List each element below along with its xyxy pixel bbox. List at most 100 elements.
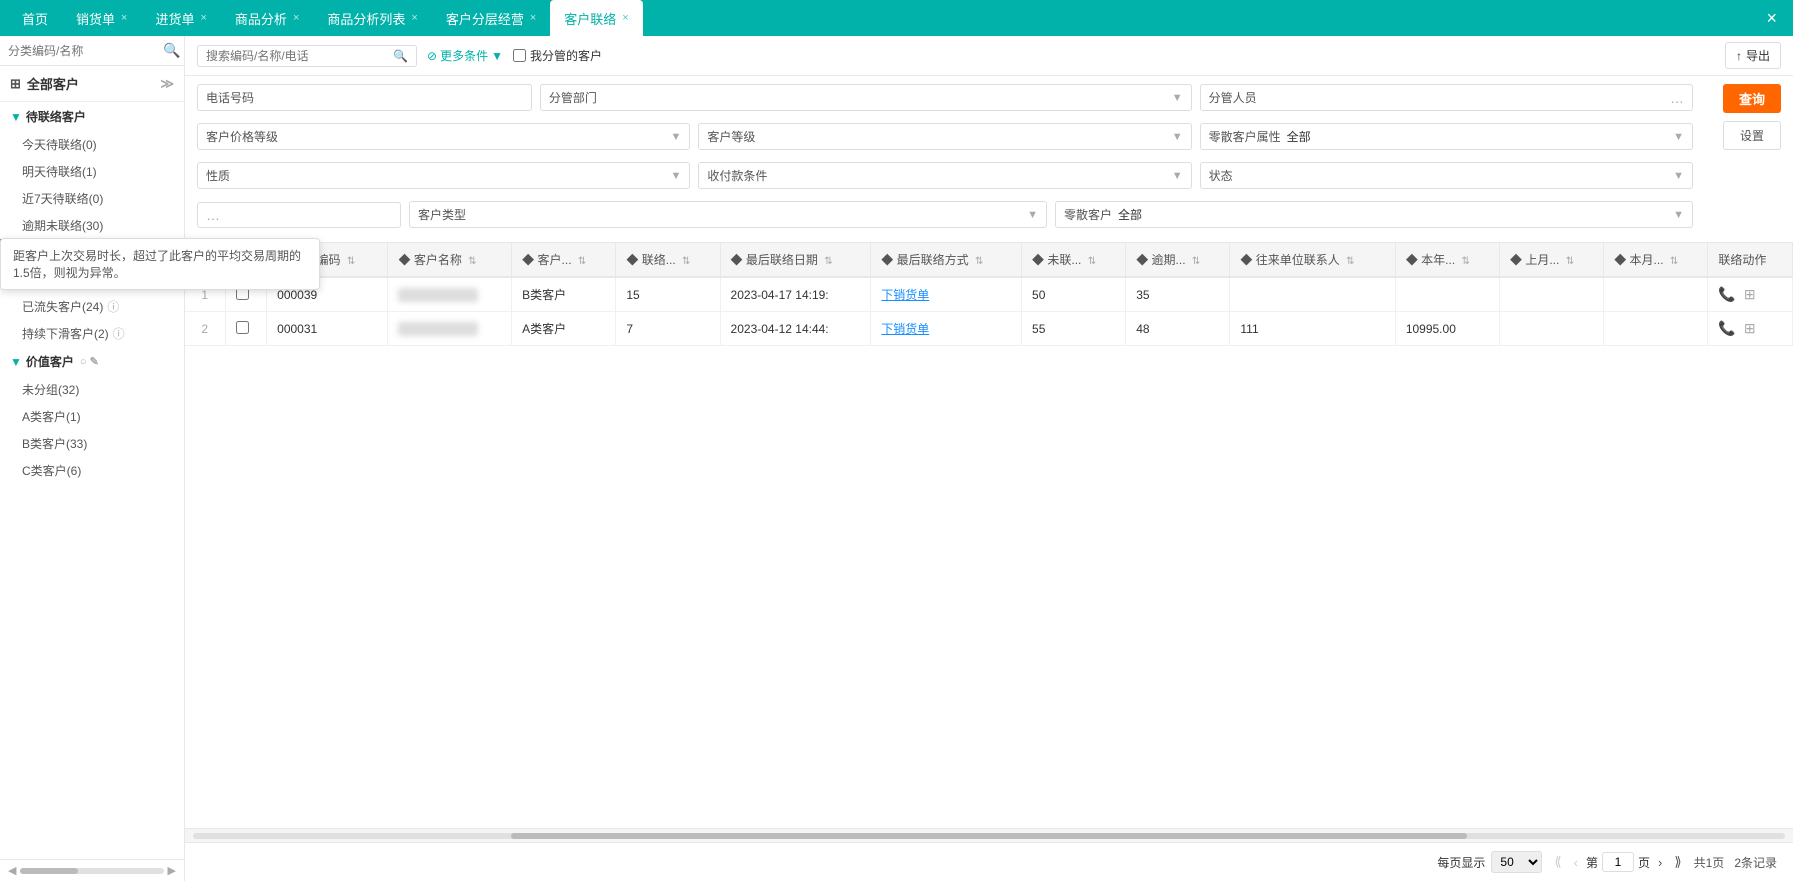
prev-page-button[interactable]: ‹ [1570, 853, 1582, 872]
row-contact-person-2: 111 [1230, 312, 1395, 346]
export-button[interactable]: ↑ 导出 [1725, 42, 1781, 69]
page-prefix-label: 第 [1586, 854, 1598, 871]
department-field[interactable]: 分管部门 ▼ [540, 84, 1192, 111]
customer-table: ⚙ ◆ 客户编码 ⇅ ◆ 客户名称 ⇅ ◆ 客户... ⇅ [185, 243, 1793, 346]
sidebar-collapse-icon[interactable]: ≫ [160, 76, 174, 92]
status-label: 状态 [1209, 167, 1233, 184]
nav-product-analysis-list[interactable]: 商品分析列表 × [313, 0, 431, 36]
phone-input[interactable] [260, 91, 523, 105]
sidebar-item-b-class[interactable]: B类客户(33) [0, 430, 184, 457]
name-sort-icon: ⇅ [468, 256, 476, 267]
lost-customers-info-icon: ⓘ [107, 298, 119, 315]
page-nav-area: ⟪ ‹ 第 页 › ⟫ [1550, 852, 1685, 872]
close-purchase-order-icon[interactable]: × [200, 12, 206, 24]
chevron-down-icon: ▼ [491, 49, 503, 63]
close-stratification-icon[interactable]: × [530, 12, 536, 24]
retail-customer-field[interactable]: 零散客户 全部 ▼ [1055, 201, 1693, 228]
this-month-sort-icon: ⇅ [1670, 256, 1678, 267]
nav-sales-order[interactable]: 销货单 × [62, 0, 141, 36]
sidebar-scroll-right[interactable]: ▶ [168, 864, 176, 877]
last-contact-method-column-header[interactable]: ◆ 最后联络方式 ⇅ [871, 243, 1022, 277]
close-product-analysis-icon[interactable]: × [293, 12, 299, 24]
name-column-header[interactable]: ◆ 客户名称 ⇅ [388, 243, 512, 277]
next-page-button[interactable]: › [1654, 853, 1666, 872]
value-group-edit-icon[interactable]: ○ ✎ [80, 355, 99, 368]
row-contact-count-2: 7 [616, 312, 720, 346]
phone-action-icon-2[interactable]: 📞 [1718, 320, 1735, 337]
this-month-column-header[interactable]: ◆ 本月... ⇅ [1604, 243, 1708, 277]
row-last-method-2[interactable]: 下销货单 [871, 312, 1022, 346]
sidebar-item-7days[interactable]: 近7天待联络(0) [0, 185, 184, 212]
contact-person-column-header[interactable]: ◆ 往来单位联系人 ⇅ [1230, 243, 1395, 277]
last-month-column-header[interactable]: ◆ 上月... ⇅ [1500, 243, 1604, 277]
manager-field[interactable]: 分管人员 … [1200, 84, 1693, 111]
price-level-field[interactable]: 客户价格等级 ▼ [197, 123, 690, 150]
sidebar-item-ungrouped[interactable]: 未分组(32) [0, 376, 184, 403]
last-month-sort-icon: ⇅ [1566, 256, 1574, 267]
search-input[interactable] [206, 49, 389, 63]
nav-home[interactable]: 首页 [8, 0, 62, 36]
type-column-header[interactable]: ◆ 客户... ⇅ [512, 243, 616, 277]
close-product-list-icon[interactable]: × [411, 12, 417, 24]
phone-label: 电话号码 [206, 89, 254, 106]
customer-level-label: 客户等级 [707, 128, 755, 145]
search-box: 🔍 [197, 45, 417, 67]
row-last-method-1[interactable]: 下销货单 [871, 277, 1022, 312]
more-conditions-button[interactable]: ⊘ 更多条件 ▼ [427, 47, 503, 64]
first-page-button[interactable]: ⟪ [1550, 852, 1565, 872]
sidebar-item-c-class[interactable]: C类客户(6) [0, 457, 184, 484]
sidebar-scroll-left[interactable]: ◀ [8, 864, 16, 877]
more-action-icon-2[interactable]: ⊞ [1744, 320, 1756, 337]
nav-customer-contact[interactable]: 客户联络 × [550, 0, 642, 36]
nav-customer-stratification[interactable]: 客户分层经营 × [432, 0, 550, 36]
sidebar-item-a-class[interactable]: A类客户(1) [0, 403, 184, 430]
nature-field[interactable]: 性质 ▼ [197, 162, 690, 189]
code-sort-icon: ⇅ [347, 256, 355, 267]
grid-icon: ⊞ [10, 76, 21, 92]
customer-level-field[interactable]: 客户等级 ▼ [698, 123, 1191, 150]
sidebar-item-declining[interactable]: 持续下滑客户(2) ⓘ [0, 320, 184, 347]
close-contact-icon[interactable]: × [622, 12, 628, 24]
sidebar-search-icon[interactable]: 🔍 [163, 42, 180, 59]
overdue-column-header[interactable]: ◆ 逾期... ⇅ [1126, 243, 1230, 277]
row-this-year-1 [1395, 277, 1499, 312]
sidebar-item-lost-customers[interactable]: 已流失客户(24) ⓘ [0, 293, 184, 320]
horizontal-scrollbar-thumb[interactable] [511, 833, 1466, 839]
row-checkbox-2[interactable] [225, 312, 267, 346]
customer-type-field[interactable]: 客户类型 ▼ [409, 201, 1047, 228]
status-field[interactable]: 状态 ▼ [1200, 162, 1693, 189]
query-button[interactable]: 查询 [1723, 84, 1781, 113]
set-button[interactable]: 设置 [1723, 121, 1781, 150]
search-icon[interactable]: 🔍 [393, 49, 408, 63]
department-label: 分管部门 [549, 89, 597, 106]
all-customers-header[interactable]: ⊞ 全部客户 ≫ [0, 66, 184, 102]
uncontacted-column-header[interactable]: ◆ 未联... ⇅ [1022, 243, 1126, 277]
main-layout: 🔍 ⊞ 全部客户 ≫ ▼ 待联络客户 今天待联络(0) 明天待联络(1) [0, 36, 1793, 881]
contact-count-column-header[interactable]: ◆ 联络... ⇅ [616, 243, 720, 277]
last-page-button[interactable]: ⟫ [1670, 852, 1685, 872]
row-this-month-2 [1604, 312, 1708, 346]
retail-attr-field[interactable]: 零散客户属性 全部 ▼ [1200, 123, 1693, 150]
value-customers-group-title[interactable]: ▼ 价值客户 ○ ✎ [0, 347, 184, 376]
close-sales-order-icon[interactable]: × [121, 12, 127, 24]
table-header-row: ⚙ ◆ 客户编码 ⇅ ◆ 客户名称 ⇅ ◆ 客户... ⇅ [185, 243, 1793, 277]
my-customers-checkbox[interactable] [513, 49, 526, 62]
page-number-input[interactable] [1602, 852, 1634, 872]
sidebar-item-overdue[interactable]: 逾期未联络(30) [0, 212, 184, 239]
customer-level-arrow-icon: ▼ [1172, 131, 1183, 143]
nav-product-analysis[interactable]: 商品分析 × [221, 0, 313, 36]
sidebar-item-today[interactable]: 今天待联络(0) [0, 131, 184, 158]
more-action-icon-1[interactable]: ⊞ [1744, 286, 1756, 303]
this-year-column-header[interactable]: ◆ 本年... ⇅ [1395, 243, 1499, 277]
phone-action-icon-1[interactable]: 📞 [1718, 286, 1735, 303]
nav-purchase-order[interactable]: 进货单 × [141, 0, 220, 36]
close-window-button[interactable]: × [1758, 8, 1785, 29]
pending-contact-group-title[interactable]: ▼ 待联络客户 [0, 102, 184, 131]
category-search-input[interactable] [8, 44, 163, 58]
horizontal-scrollbar-track[interactable] [193, 833, 1785, 839]
more-dots-field[interactable]: … [197, 202, 401, 228]
sidebar-item-tomorrow[interactable]: 明天待联络(1) [0, 158, 184, 185]
last-contact-date-column-header[interactable]: ◆ 最后联络日期 ⇅ [720, 243, 871, 277]
payment-field[interactable]: 收付款条件 ▼ [698, 162, 1191, 189]
per-page-select[interactable]: 50 20 100 [1491, 851, 1542, 873]
